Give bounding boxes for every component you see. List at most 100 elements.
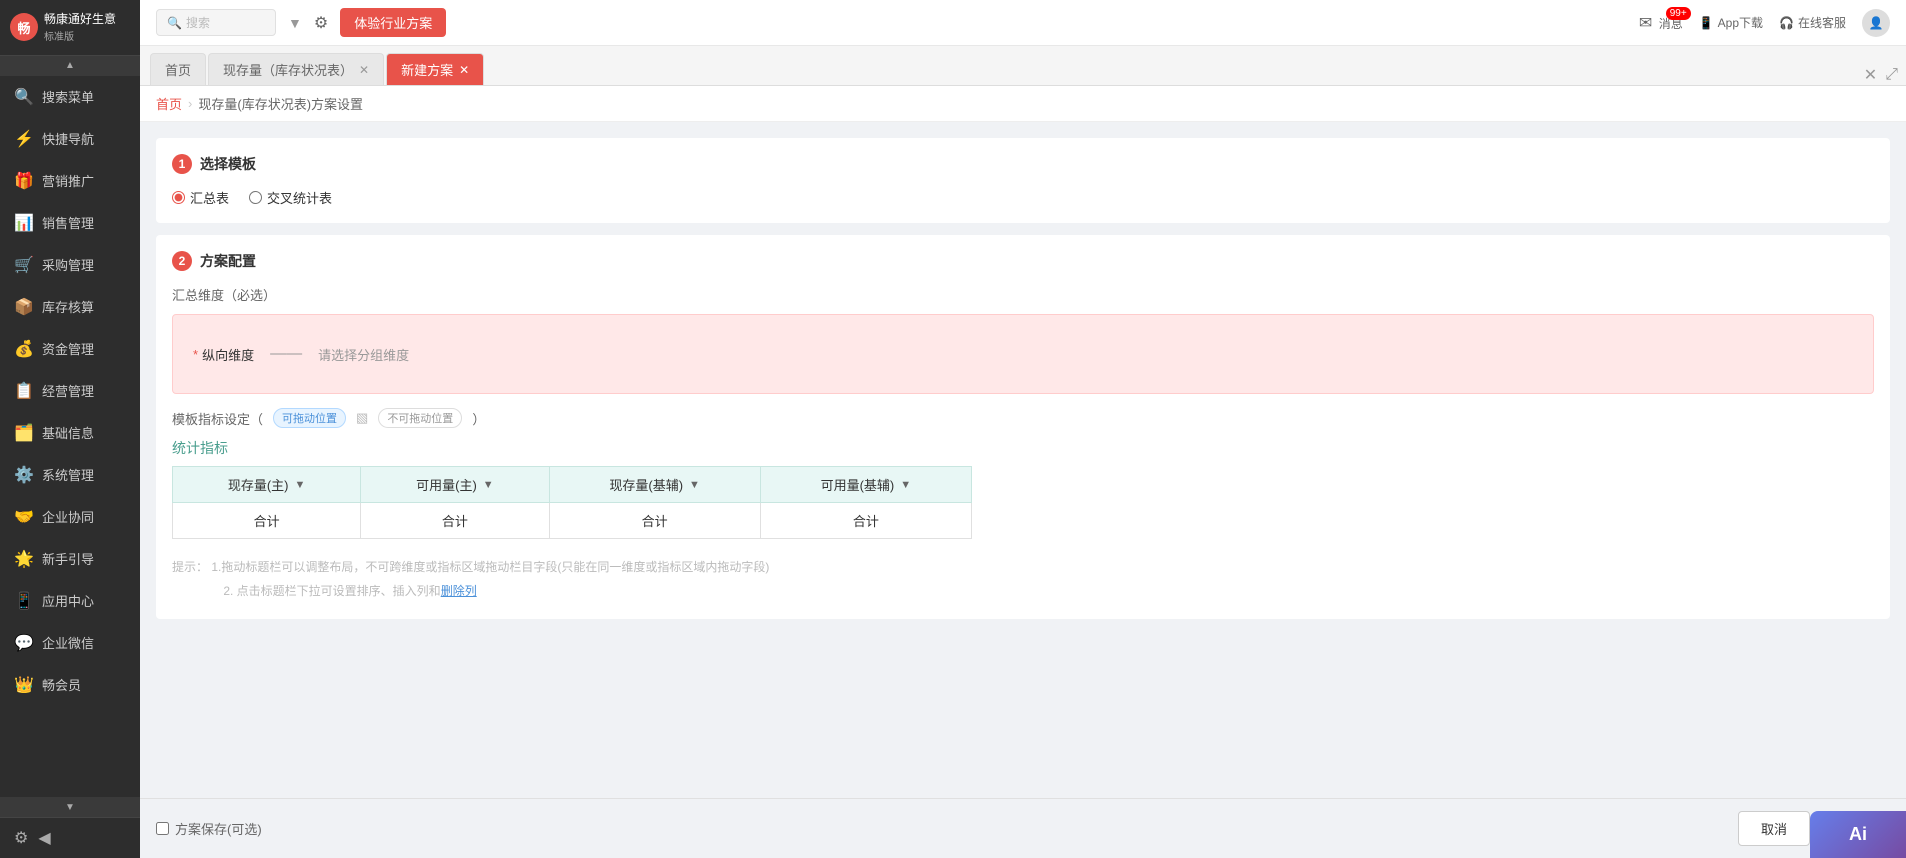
app-download-icon: 📱 bbox=[1699, 16, 1714, 30]
sidebar-item-search-menu[interactable]: 🔍 搜索菜单 bbox=[0, 76, 140, 118]
tab-inventory[interactable]: 现存量（库存状况表） ✕ bbox=[208, 53, 384, 85]
cell-0-1: 合计 bbox=[361, 503, 549, 539]
sidebar-item-basic[interactable]: 🗂️ 基础信息 bbox=[0, 412, 140, 454]
sidebar-item-wechat[interactable]: 💬 企业微信 bbox=[0, 622, 140, 664]
member-icon: 👑 bbox=[14, 675, 34, 695]
online-service-area[interactable]: 🎧 在线客服 bbox=[1779, 14, 1846, 31]
marketing-icon: 🎁 bbox=[14, 171, 34, 191]
cell-0-3: 合计 bbox=[760, 503, 971, 539]
topbar-right: ✉ 消息 99+ 📱 App下载 🎧 在线客服 👤 bbox=[1639, 9, 1890, 37]
dim-select-hint[interactable]: 请选择分组维度 bbox=[318, 345, 409, 364]
topbar: 🔍 搜索 ▼ ⚙ 体验行业方案 ✉ 消息 99+ 📱 App下载 🎧 在线客服 … bbox=[140, 0, 1906, 46]
tips-line-1: 提示： 1.拖动标题栏可以调整布局，不可跨维度或指标区域拖动栏目字段(只能在同一… bbox=[172, 555, 1874, 579]
topbar-dropdown-icon[interactable]: ▼ bbox=[288, 15, 302, 31]
col-header-0-label: 现存量(主) bbox=[228, 475, 289, 494]
sidebar: 畅 畅康通好生意 标准版 ▲ 🔍 搜索菜单 ⚡ 快捷导航 🎁 营销推广 📊 销售… bbox=[0, 0, 140, 858]
tab-new-scheme-close[interactable]: ✕ bbox=[459, 63, 469, 77]
breadcrumb-separator: › bbox=[188, 96, 192, 111]
wechat-icon: 💬 bbox=[14, 633, 34, 653]
user-avatar[interactable]: 👤 bbox=[1862, 9, 1890, 37]
col-1-chevron[interactable]: ▼ bbox=[483, 479, 494, 491]
message-icon: ✉ bbox=[1639, 15, 1652, 32]
sidebar-item-contract[interactable]: 🤝 企业协同 bbox=[0, 496, 140, 538]
dim-area: * 纵向维度 —— 请选择分组维度 bbox=[172, 314, 1874, 394]
content-area: 1 选择模板 汇总表 交叉统计表 2 方案配置 汇总维度（必选） bbox=[140, 122, 1906, 798]
stats-table: 现存量(主) ▼ 可用量(主) ▼ bbox=[172, 466, 972, 539]
sidebar-item-finance[interactable]: 💰 资金管理 bbox=[0, 328, 140, 370]
radio-summary-label: 汇总表 bbox=[190, 188, 229, 207]
radio-summary[interactable]: 汇总表 bbox=[172, 188, 229, 207]
indicator-label-row: 模板指标设定（ 可拖动位置 ▧ 不可拖动位置 ） bbox=[172, 408, 1874, 428]
radio-summary-input[interactable] bbox=[172, 191, 185, 204]
search-icon: 🔍 bbox=[167, 16, 182, 30]
message-badge: 99+ bbox=[1666, 7, 1691, 20]
sidebar-scroll-down[interactable]: ▼ bbox=[0, 797, 140, 817]
sidebar-scroll-up[interactable]: ▲ bbox=[0, 56, 140, 76]
breadcrumb: 首页 › 现存量(库存状况表)方案设置 bbox=[140, 86, 1906, 122]
tab-new-scheme[interactable]: 新建方案 ✕ bbox=[386, 53, 484, 85]
purchase-icon: 🛒 bbox=[14, 255, 34, 275]
section2-header: 2 方案配置 bbox=[172, 251, 1874, 271]
sidebar-item-label: 采购管理 bbox=[42, 255, 94, 274]
breadcrumb-current: 现存量(库存状况表)方案设置 bbox=[198, 94, 363, 113]
col-2-chevron[interactable]: ▼ bbox=[689, 479, 700, 491]
save-checkbox[interactable] bbox=[156, 822, 169, 835]
tips-line-2: 2. 点击标题栏下拉可设置排序、插入列和删除列 bbox=[172, 579, 1874, 603]
radio-cross-input[interactable] bbox=[249, 191, 262, 204]
tab-home-label: 首页 bbox=[165, 60, 191, 79]
col-header-3-label: 可用量(基辅) bbox=[821, 475, 895, 494]
sidebar-item-member[interactable]: 👑 畅会员 bbox=[0, 664, 140, 706]
radio-cross[interactable]: 交叉统计表 bbox=[249, 188, 332, 207]
sidebar-item-label: 销售管理 bbox=[42, 213, 94, 232]
topbar-gear-icon[interactable]: ⚙ bbox=[314, 13, 328, 33]
sidebar-item-sales[interactable]: 📊 销售管理 bbox=[0, 202, 140, 244]
sidebar-item-guide[interactable]: 🌟 新手引导 bbox=[0, 538, 140, 580]
col-3-chevron[interactable]: ▼ bbox=[900, 479, 911, 491]
app-version: 标准版 bbox=[44, 28, 116, 43]
col-header-1[interactable]: 可用量(主) ▼ bbox=[361, 467, 549, 503]
message-area[interactable]: ✉ 消息 99+ bbox=[1639, 13, 1683, 33]
sidebar-item-purchase[interactable]: 🛒 采购管理 bbox=[0, 244, 140, 286]
quick-nav-icon: ⚡ bbox=[14, 129, 34, 149]
breadcrumb-home[interactable]: 首页 bbox=[156, 94, 182, 113]
tab-close-all-icon[interactable]: ✕ bbox=[1864, 65, 1877, 85]
topbar-search-box[interactable]: 🔍 搜索 bbox=[156, 9, 276, 36]
headset-icon: 🎧 bbox=[1779, 16, 1794, 30]
collapse-icon[interactable]: ◀ bbox=[38, 828, 50, 848]
col-header-3[interactable]: 可用量(基辅) ▼ bbox=[760, 467, 971, 503]
sidebar-item-label: 系统管理 bbox=[42, 465, 94, 484]
industry-scheme-button[interactable]: 体验行业方案 bbox=[340, 8, 446, 37]
stats-section-title: 统计指标 bbox=[172, 438, 1874, 458]
col-header-0[interactable]: 现存量(主) ▼ bbox=[173, 467, 361, 503]
app-download-label: App下载 bbox=[1718, 14, 1763, 31]
tips-area: 提示： 1.拖动标题栏可以调整布局，不可跨维度或指标区域拖动栏目字段(只能在同一… bbox=[172, 555, 1874, 603]
tips-text-2: 2. 点击标题栏下拉可设置排序、插入列和 bbox=[172, 584, 441, 598]
tab-inventory-close[interactable]: ✕ bbox=[359, 63, 369, 77]
ai-label: Ai bbox=[1849, 824, 1867, 845]
tab-home[interactable]: 首页 bbox=[150, 53, 206, 85]
sidebar-item-app-center[interactable]: 📱 应用中心 bbox=[0, 580, 140, 622]
dim-vertical-label: 纵向维度 bbox=[202, 345, 254, 364]
section1-num: 1 bbox=[172, 154, 192, 174]
sidebar-item-quick-nav[interactable]: ⚡ 快捷导航 bbox=[0, 118, 140, 160]
ai-button[interactable]: Ai bbox=[1810, 811, 1906, 858]
tab-expand-icon[interactable]: ⤢ bbox=[1885, 66, 1898, 84]
sidebar-item-marketing[interactable]: 🎁 营销推广 bbox=[0, 160, 140, 202]
col-header-2[interactable]: 现存量(基辅) ▼ bbox=[549, 467, 760, 503]
save-option: 方案保存(可选) bbox=[156, 819, 262, 838]
app-download-area[interactable]: 📱 App下载 bbox=[1699, 14, 1763, 31]
col-0-chevron[interactable]: ▼ bbox=[295, 479, 306, 491]
main-area: 🔍 搜索 ▼ ⚙ 体验行业方案 ✉ 消息 99+ 📱 App下载 🎧 在线客服 … bbox=[140, 0, 1906, 858]
cell-0-0: 合计 bbox=[173, 503, 361, 539]
sidebar-item-label: 经营管理 bbox=[42, 381, 94, 400]
sidebar-item-operations[interactable]: 📋 经营管理 bbox=[0, 370, 140, 412]
sidebar-item-inventory[interactable]: 📦 库存核算 bbox=[0, 286, 140, 328]
tab-new-scheme-label: 新建方案 bbox=[401, 60, 453, 79]
settings-icon[interactable]: ⚙ bbox=[14, 828, 28, 848]
indicator-settings: 模板指标设定（ 可拖动位置 ▧ 不可拖动位置 ） 统计指标 现存量(主) ▼ bbox=[172, 408, 1874, 603]
sidebar-item-label: 畅会员 bbox=[42, 675, 81, 694]
tips-delete-link[interactable]: 删除列 bbox=[441, 584, 477, 598]
sidebar-item-label: 企业微信 bbox=[42, 633, 94, 652]
sidebar-item-system[interactable]: ⚙️ 系统管理 bbox=[0, 454, 140, 496]
cancel-button[interactable]: 取消 bbox=[1738, 811, 1810, 846]
